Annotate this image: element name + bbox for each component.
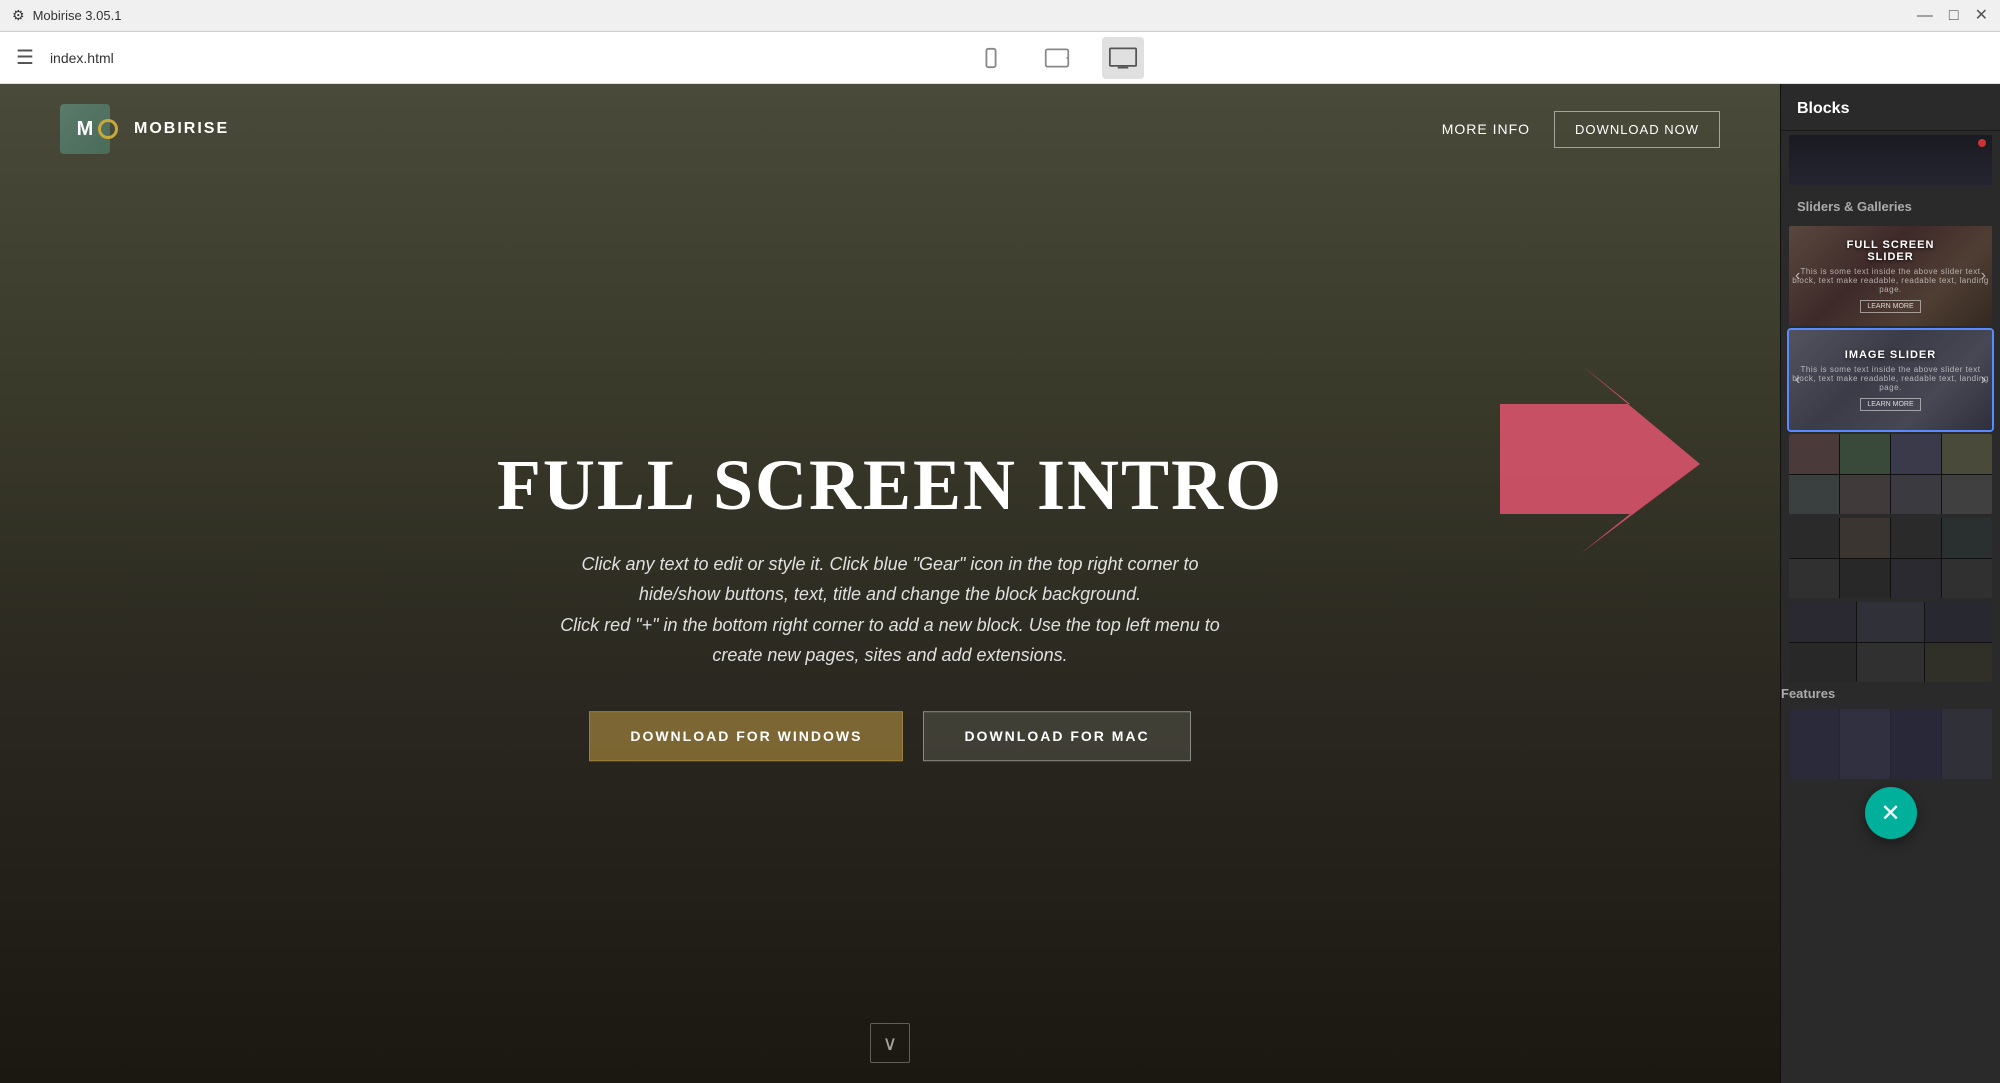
- site-navbar: M MOBIRISE MORE INFO DOWNLOAD NOW: [0, 84, 1780, 174]
- menu-icon[interactable]: ☰: [16, 45, 34, 70]
- close-button[interactable]: ✕: [1975, 8, 1988, 24]
- pink-arrow-overlay: [1500, 364, 1700, 564]
- app-title: Mobirise 3.05.1: [33, 8, 122, 23]
- minimize-button[interactable]: —: [1917, 8, 1933, 24]
- blocks-sidebar: Blocks Sliders & Galleries ‹ › FULL SCRE…: [1780, 84, 2000, 1083]
- site-logo: M MOBIRISE: [60, 104, 229, 154]
- block-gallery-1[interactable]: [1789, 434, 1992, 514]
- sidebar-title: Blocks: [1781, 84, 2000, 131]
- section-label-sliders: Sliders & Galleries: [1781, 187, 2000, 222]
- tablet-view-button[interactable]: [1036, 37, 1078, 79]
- file-title: index.html: [50, 50, 114, 66]
- site-nav-right: MORE INFO DOWNLOAD NOW: [1442, 111, 1720, 148]
- chevron-down-icon: ∨: [883, 1031, 898, 1056]
- nav-download-button[interactable]: DOWNLOAD NOW: [1554, 111, 1720, 148]
- block-gallery-3[interactable]: [1789, 602, 1992, 682]
- block-gallery-2[interactable]: [1789, 518, 1992, 598]
- gallery-thumb-1: [1789, 434, 1992, 514]
- hero-subtitle: Click any text to edit or style it. Clic…: [267, 549, 1513, 671]
- app-icon: ⚙: [12, 7, 25, 24]
- download-mac-button[interactable]: DOWNLOAD FOR MAC: [923, 711, 1190, 761]
- scroll-down-arrow[interactable]: ∨: [870, 1023, 910, 1063]
- section-label-features: Features: [1781, 686, 2000, 705]
- block-features-1[interactable]: [1789, 709, 1992, 779]
- logo-icon: M: [60, 104, 110, 154]
- titlebar: ⚙ Mobirise 3.05.1 — □ ✕: [0, 0, 2000, 32]
- main-layout: M MOBIRISE MORE INFO DOWNLOAD NOW FULL S…: [0, 84, 2000, 1083]
- hero-content: FULL SCREEN INTRO Click any text to edit…: [267, 446, 1513, 762]
- hero-buttons: DOWNLOAD FOR WINDOWS DOWNLOAD FOR MAC: [267, 711, 1513, 761]
- logo-ring: [98, 119, 118, 139]
- close-icon: ✕: [1880, 799, 1900, 828]
- download-windows-button[interactable]: DOWNLOAD FOR WINDOWS: [589, 711, 903, 761]
- mobile-view-button[interactable]: [970, 37, 1012, 79]
- nav-more-info[interactable]: MORE INFO: [1442, 121, 1530, 137]
- sidebar-top-preview: [1789, 135, 1992, 185]
- gallery-thumb-2: [1789, 518, 1992, 598]
- hero-subtitle-line2: hide/show buttons, text, title and chang…: [267, 580, 1513, 611]
- block-image-slider[interactable]: ‹ › IMAGE SLIDER This is some text insid…: [1789, 330, 1992, 430]
- maximize-button[interactable]: □: [1949, 8, 1959, 24]
- appbar: ☰ index.html: [0, 32, 2000, 84]
- titlebar-left: ⚙ Mobirise 3.05.1: [12, 7, 121, 24]
- hero-title: FULL SCREEN INTRO: [267, 446, 1513, 525]
- logo-letter: M: [77, 118, 94, 141]
- block-full-screen-slider[interactable]: ‹ › FULL SCREEN SLIDER This is some text…: [1789, 226, 1992, 326]
- titlebar-right[interactable]: — □ ✕: [1917, 8, 1988, 24]
- hero-subtitle-line3: Click red "+" in the bottom right corner…: [267, 610, 1513, 641]
- logo-name: MOBIRISE: [134, 120, 229, 138]
- desktop-view-button[interactable]: [1102, 37, 1144, 79]
- preview-area: M MOBIRISE MORE INFO DOWNLOAD NOW FULL S…: [0, 84, 1780, 1083]
- fab-close-button[interactable]: ✕: [1865, 787, 1917, 839]
- gallery-thumb-3: [1789, 602, 1992, 682]
- device-switcher: [130, 37, 1984, 79]
- hero-subtitle-line1: Click any text to edit or style it. Clic…: [267, 549, 1513, 580]
- hero-subtitle-line4: create new pages, sites and add extensio…: [267, 641, 1513, 672]
